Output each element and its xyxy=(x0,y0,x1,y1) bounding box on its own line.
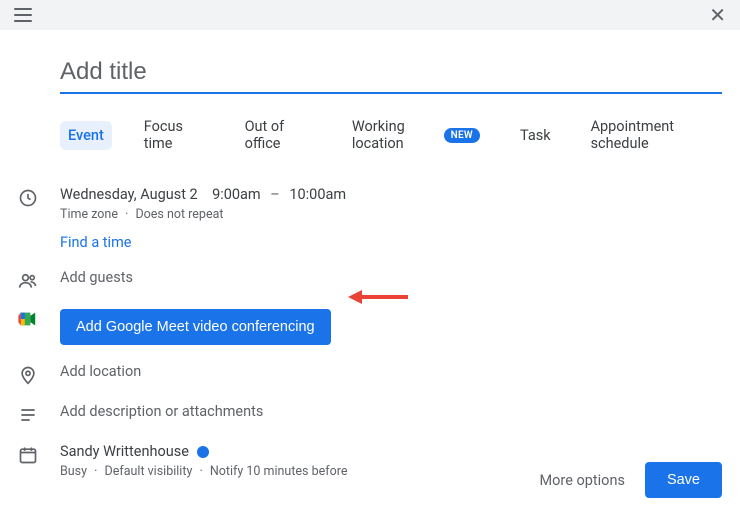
visibility-label[interactable]: Default visibility xyxy=(105,464,193,479)
hamburger-menu-icon[interactable] xyxy=(14,8,32,22)
calendar-color-dot[interactable] xyxy=(197,446,209,458)
timezone-link[interactable]: Time zone xyxy=(60,207,118,222)
tab-out-of-office[interactable]: Out of office xyxy=(237,112,320,158)
dialog-top-bar: ✕ xyxy=(0,0,740,30)
event-title-input[interactable] xyxy=(60,54,722,94)
location-pin-icon xyxy=(18,363,60,385)
tab-appointment-schedule[interactable]: Appointment schedule xyxy=(583,112,722,158)
event-end-time[interactable]: 10:00am xyxy=(289,186,346,203)
google-meet-icon xyxy=(18,309,60,327)
tab-task[interactable]: Task xyxy=(512,121,559,150)
dialog-footer: More options Save xyxy=(540,462,723,498)
clock-icon xyxy=(18,186,60,208)
event-type-tabs: Event Focus time Out of office Working l… xyxy=(60,112,722,158)
event-date[interactable]: Wednesday, August 2 xyxy=(60,186,198,203)
tab-focus-time[interactable]: Focus time xyxy=(136,112,213,158)
organizer-name[interactable]: Sandy Writtenhouse xyxy=(60,443,189,460)
save-button[interactable]: Save xyxy=(645,462,722,498)
more-options-button[interactable]: More options xyxy=(540,472,625,489)
new-badge: NEW xyxy=(444,128,480,143)
calendar-icon xyxy=(18,443,60,465)
time-dash: – xyxy=(270,186,280,203)
tab-working-location[interactable]: Working location NEW xyxy=(344,112,488,158)
tab-working-location-label: Working location xyxy=(352,118,438,152)
people-icon xyxy=(18,269,60,291)
close-icon[interactable]: ✕ xyxy=(709,5,726,25)
recurrence-link[interactable]: Does not repeat xyxy=(135,207,223,222)
add-guests-input[interactable]: Add guests xyxy=(60,269,722,286)
find-a-time-link[interactable]: Find a time xyxy=(60,234,722,251)
add-description-input[interactable]: Add description or attachments xyxy=(60,403,722,420)
add-location-input[interactable]: Add location xyxy=(60,363,722,380)
add-google-meet-button[interactable]: Add Google Meet video conferencing xyxy=(60,309,331,345)
event-start-time[interactable]: 9:00am xyxy=(212,186,261,203)
notification-label[interactable]: Notify 10 minutes before xyxy=(210,464,348,479)
tab-event[interactable]: Event xyxy=(60,121,112,150)
availability-label[interactable]: Busy xyxy=(60,464,87,479)
description-icon xyxy=(18,403,60,425)
